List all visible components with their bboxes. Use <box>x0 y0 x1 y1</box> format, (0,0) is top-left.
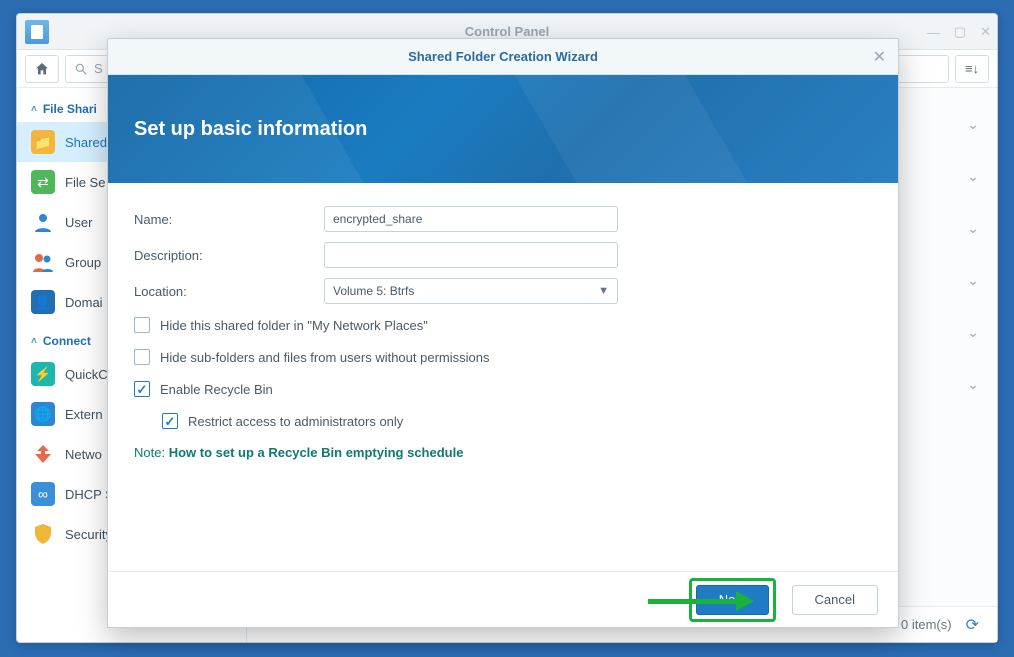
checkbox-row-enable-recycle: Enable Recycle Bin <box>134 375 872 403</box>
form-row-location: Location: Volume 5: Btrfs ▼ <box>134 275 872 307</box>
home-icon <box>34 61 50 77</box>
location-select[interactable]: Volume 5: Btrfs ▼ <box>324 278 618 304</box>
sidebar-item-label: Shared <box>65 135 107 150</box>
sidebar-item-label: Security <box>65 527 112 542</box>
app-icon <box>25 20 49 44</box>
dhcp-icon: ∞ <box>31 482 55 506</box>
search-placeholder: S <box>94 61 103 76</box>
hide-subfolders-label: Hide sub-folders and files from users wi… <box>160 350 489 365</box>
dialog-titlebar: Shared Folder Creation Wizard ✕ <box>108 39 898 75</box>
name-input[interactable] <box>324 206 618 232</box>
note-row: Note: How to set up a Recycle Bin emptyi… <box>134 445 872 460</box>
globe-icon: 🌐 <box>31 402 55 426</box>
file-services-icon: ⇄ <box>31 170 55 194</box>
caret-up-icon: ˄ <box>31 336 37 347</box>
hide-network-checkbox[interactable] <box>134 317 150 333</box>
enable-recycle-checkbox[interactable] <box>134 381 150 397</box>
chevron-down-icon[interactable]: ⌄ <box>967 312 979 352</box>
dialog-title: Shared Folder Creation Wizard <box>408 49 598 64</box>
description-input[interactable] <box>324 242 618 268</box>
chevron-down-icon[interactable]: ⌄ <box>967 156 979 196</box>
location-label: Location: <box>134 284 324 299</box>
chevron-down-icon[interactable]: ⌄ <box>967 364 979 404</box>
sidebar-group-label: File Shari <box>43 102 97 116</box>
enable-recycle-label: Enable Recycle Bin <box>160 382 273 397</box>
quickconnect-icon: ⚡ <box>31 362 55 386</box>
window-controls: — ▢ ✕ <box>927 14 991 50</box>
note-link[interactable]: How to set up a Recycle Bin emptying sch… <box>169 445 464 460</box>
chevron-down-icon[interactable]: ⌄ <box>967 104 979 144</box>
shared-folder-wizard-dialog: Shared Folder Creation Wizard ✕ Set up b… <box>107 38 899 628</box>
location-value: Volume 5: Btrfs <box>333 284 414 298</box>
name-label: Name: <box>134 212 324 227</box>
group-icon <box>31 250 55 274</box>
sort-button[interactable]: ≡↓ <box>955 55 989 83</box>
domain-icon: 👤 <box>31 290 55 314</box>
restrict-admin-label: Restrict access to administrators only <box>188 414 403 429</box>
checkbox-row-hide-subfolders: Hide sub-folders and files from users wi… <box>134 343 872 371</box>
chevron-down-icon[interactable]: ⌄ <box>967 260 979 300</box>
hide-subfolders-checkbox[interactable] <box>134 349 150 365</box>
sidebar-item-label: Extern <box>65 407 103 422</box>
form-row-name: Name: <box>134 203 872 235</box>
checkbox-row-restrict-admin: Restrict access to administrators only <box>162 407 872 435</box>
close-icon[interactable]: ✕ <box>980 24 991 40</box>
sidebar-item-label: User <box>65 215 92 230</box>
dialog-body: Name: Description: Location: Volume 5: B… <box>108 183 898 571</box>
refresh-icon[interactable]: ⟳ <box>966 615 979 635</box>
shield-icon <box>31 522 55 546</box>
folder-icon: 📁 <box>31 130 55 154</box>
minimize-icon[interactable]: — <box>927 25 940 40</box>
window-title: Control Panel <box>465 24 550 39</box>
chevron-down-icon[interactable]: ⌄ <box>967 208 979 248</box>
restrict-admin-checkbox[interactable] <box>162 413 178 429</box>
sidebar-item-label: Domai <box>65 295 103 310</box>
cancel-button[interactable]: Cancel <box>792 585 878 615</box>
hide-network-label: Hide this shared folder in "My Network P… <box>160 318 428 333</box>
close-icon[interactable]: ✕ <box>873 47 886 67</box>
dialog-footer: Next Cancel <box>108 571 898 627</box>
item-count: 0 item(s) <box>901 617 952 632</box>
annotation-arrow <box>648 594 768 608</box>
maximize-icon[interactable]: ▢ <box>954 24 966 40</box>
search-icon <box>74 62 88 76</box>
dialog-heading: Set up basic information <box>134 118 367 141</box>
sidebar-item-label: File Se <box>65 175 105 190</box>
user-icon <box>31 210 55 234</box>
form-row-description: Description: <box>134 239 872 271</box>
sidebar-group-label: Connect <box>43 334 91 348</box>
sidebar-item-label: Netwo <box>65 447 102 462</box>
sidebar-item-label: Group <box>65 255 101 270</box>
note-label: Note: <box>134 445 165 460</box>
network-icon <box>31 442 55 466</box>
dialog-banner: Set up basic information <box>108 75 898 183</box>
home-button[interactable] <box>25 55 59 83</box>
caret-up-icon: ˄ <box>31 104 37 115</box>
checkbox-row-hide-network: Hide this shared folder in "My Network P… <box>134 311 872 339</box>
description-label: Description: <box>134 248 324 263</box>
chevron-down-icon: ▼ <box>598 285 609 297</box>
